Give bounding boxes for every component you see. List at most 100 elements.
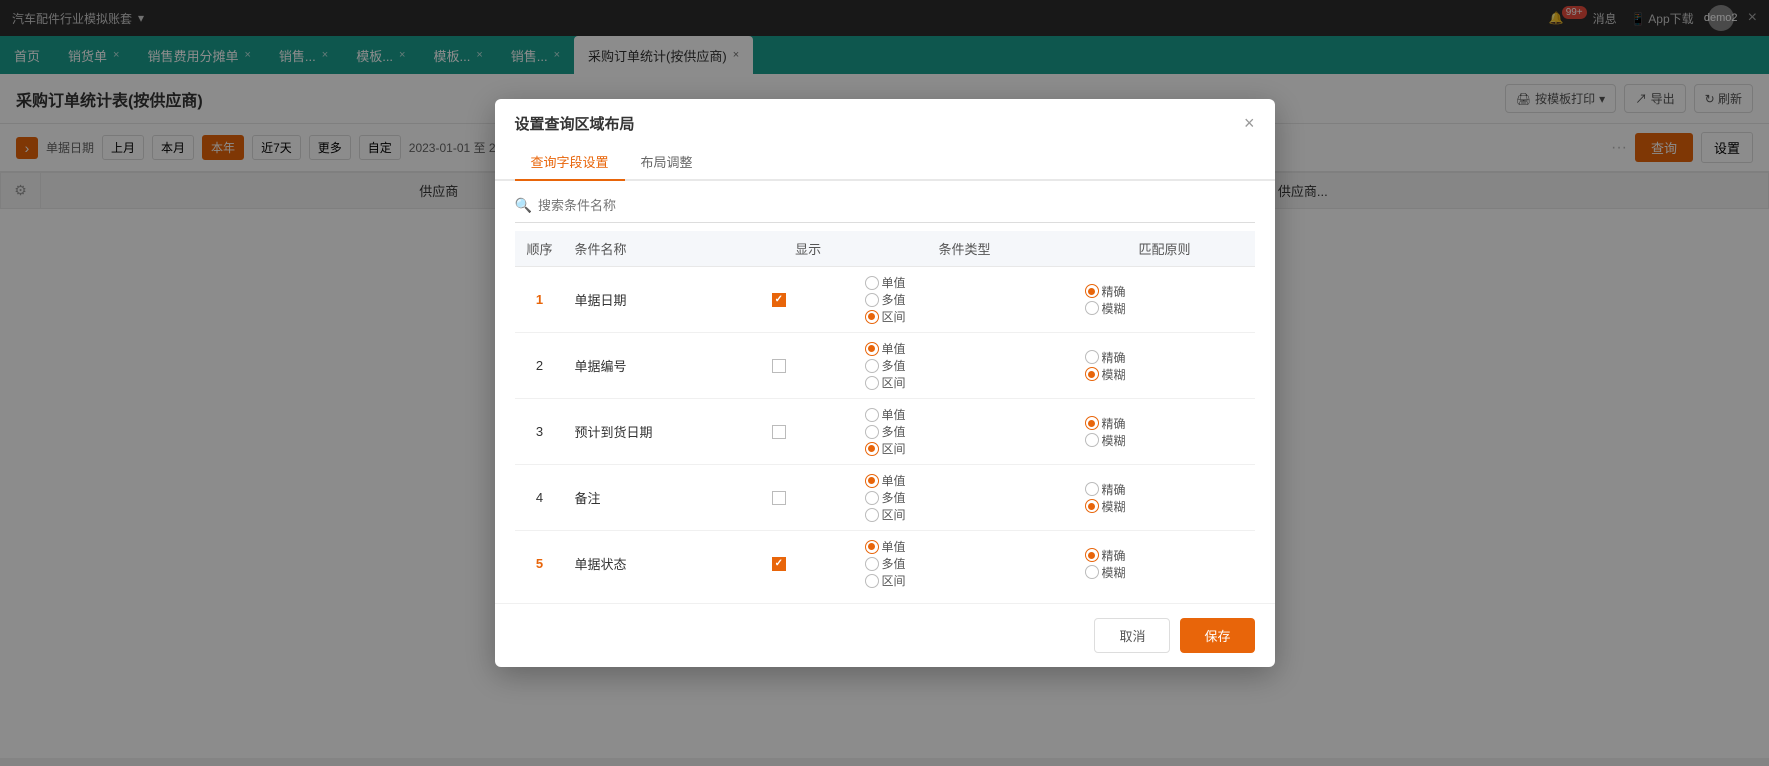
display-cell[interactable] — [762, 531, 855, 592]
radio-item[interactable]: 单值 — [865, 406, 1065, 423]
type-cell: 单值 多值 区间 — [855, 465, 1075, 531]
type-cell: 单值 多值 区间 — [855, 267, 1075, 333]
dialog-tabs: 查询字段设置 布局调整 — [495, 134, 1275, 181]
radio-label: 模糊 — [1102, 300, 1126, 317]
condition-name-cell: 单据日期 — [565, 267, 762, 333]
radio-label: 精确 — [1102, 415, 1126, 432]
seq-cell: 3 — [515, 399, 565, 465]
radio-circle — [1085, 367, 1099, 381]
radio-circle — [865, 293, 879, 307]
radio-item[interactable]: 精确 — [1085, 481, 1245, 498]
radio-label: 单值 — [882, 406, 906, 423]
radio-label: 多值 — [882, 357, 906, 374]
radio-circle — [865, 557, 879, 571]
seq-cell: 4 — [515, 465, 565, 531]
radio-item[interactable]: 模糊 — [1085, 498, 1245, 515]
radio-circle — [865, 310, 879, 324]
tab-layout-adjust[interactable]: 布局调整 — [625, 144, 709, 181]
radio-item[interactable]: 模糊 — [1085, 564, 1245, 581]
dialog-close-button[interactable]: × — [1244, 113, 1255, 134]
radio-item[interactable]: 精确 — [1085, 283, 1245, 300]
radio-circle — [865, 359, 879, 373]
search-icon: 🔍 — [515, 197, 532, 214]
condition-name-cell: 备注 — [565, 465, 762, 531]
radio-item[interactable]: 区间 — [865, 308, 1065, 325]
seq-cell: 2 — [515, 333, 565, 399]
radio-circle — [865, 425, 879, 439]
radio-item[interactable]: 区间 — [865, 572, 1065, 589]
radio-item[interactable]: 区间 — [865, 374, 1065, 391]
radio-item[interactable]: 精确 — [1085, 415, 1245, 432]
col-condition-name: 条件名称 — [565, 231, 762, 267]
radio-label: 区间 — [882, 440, 906, 457]
radio-item[interactable]: 模糊 — [1085, 432, 1245, 449]
radio-item[interactable]: 单值 — [865, 340, 1065, 357]
seq-cell: 1 — [515, 267, 565, 333]
radio-item[interactable]: 模糊 — [1085, 366, 1245, 383]
radio-circle — [865, 491, 879, 505]
radio-circle — [1085, 433, 1099, 447]
radio-label: 单值 — [882, 340, 906, 357]
condition-row: 2单据编号 单值 多值 区间 精确 模糊 — [515, 333, 1255, 399]
condition-name-cell: 单据编号 — [565, 333, 762, 399]
radio-circle — [865, 276, 879, 290]
radio-circle — [865, 508, 879, 522]
radio-item[interactable]: 多值 — [865, 423, 1065, 440]
dialog-body: 🔍 顺序 条件名称 显示 条件类型 匹配原则 — [495, 181, 1275, 603]
condition-search-input[interactable] — [538, 198, 1255, 213]
radio-item[interactable]: 单值 — [865, 538, 1065, 555]
radio-label: 精确 — [1102, 283, 1126, 300]
radio-label: 单值 — [882, 274, 906, 291]
settings-dialog: 设置查询区域布局 × 查询字段设置 布局调整 🔍 — [495, 99, 1275, 667]
condition-search-bar: 🔍 — [515, 193, 1255, 223]
condition-row: 5单据状态 单值 多值 区间 精确 模糊 — [515, 531, 1255, 592]
col-seq: 顺序 — [515, 231, 565, 267]
display-checkbox[interactable] — [772, 491, 786, 505]
radio-item[interactable]: 精确 — [1085, 349, 1245, 366]
match-cell: 精确 模糊 — [1075, 465, 1255, 531]
radio-circle — [865, 574, 879, 588]
radio-item[interactable]: 多值 — [865, 555, 1065, 572]
radio-label: 模糊 — [1102, 366, 1126, 383]
display-cell[interactable] — [762, 399, 855, 465]
col-condition-type: 条件类型 — [855, 231, 1075, 267]
display-cell[interactable] — [762, 465, 855, 531]
display-checkbox[interactable] — [772, 557, 786, 571]
save-button[interactable]: 保存 — [1180, 618, 1254, 653]
match-cell: 精确 模糊 — [1075, 531, 1255, 592]
dialog-title: 设置查询区域布局 — [515, 113, 635, 134]
tab-query-fields-label: 查询字段设置 — [531, 155, 609, 170]
display-checkbox[interactable] — [772, 293, 786, 307]
radio-item[interactable]: 区间 — [865, 506, 1065, 523]
radio-circle — [865, 474, 879, 488]
radio-item[interactable]: 单值 — [865, 472, 1065, 489]
display-checkbox[interactable] — [772, 359, 786, 373]
display-checkbox[interactable] — [772, 425, 786, 439]
radio-circle — [1085, 284, 1099, 298]
radio-item[interactable]: 模糊 — [1085, 300, 1245, 317]
radio-label: 多值 — [882, 423, 906, 440]
radio-item[interactable]: 精确 — [1085, 547, 1245, 564]
radio-item[interactable]: 单值 — [865, 274, 1065, 291]
radio-item[interactable]: 多值 — [865, 357, 1065, 374]
radio-circle — [1085, 565, 1099, 579]
radio-label: 区间 — [882, 506, 906, 523]
display-cell[interactable] — [762, 333, 855, 399]
radio-item[interactable]: 多值 — [865, 291, 1065, 308]
type-cell: 单值 多值 区间 — [855, 333, 1075, 399]
radio-item[interactable]: 多值 — [865, 489, 1065, 506]
radio-circle — [1085, 482, 1099, 496]
radio-circle — [1085, 416, 1099, 430]
radio-item[interactable]: 区间 — [865, 440, 1065, 457]
radio-label: 精确 — [1102, 349, 1126, 366]
radio-label: 多值 — [882, 291, 906, 308]
tab-query-fields[interactable]: 查询字段设置 — [515, 144, 625, 181]
cancel-button[interactable]: 取消 — [1094, 618, 1170, 653]
conditions-table-wrapper: 顺序 条件名称 显示 条件类型 匹配原则 1单据日期 单值 多值 — [515, 231, 1255, 591]
dialog-header: 设置查询区域布局 × — [495, 99, 1275, 134]
radio-circle — [865, 376, 879, 390]
radio-circle — [865, 540, 879, 554]
radio-label: 模糊 — [1102, 498, 1126, 515]
display-cell[interactable] — [762, 267, 855, 333]
match-cell: 精确 模糊 — [1075, 399, 1255, 465]
